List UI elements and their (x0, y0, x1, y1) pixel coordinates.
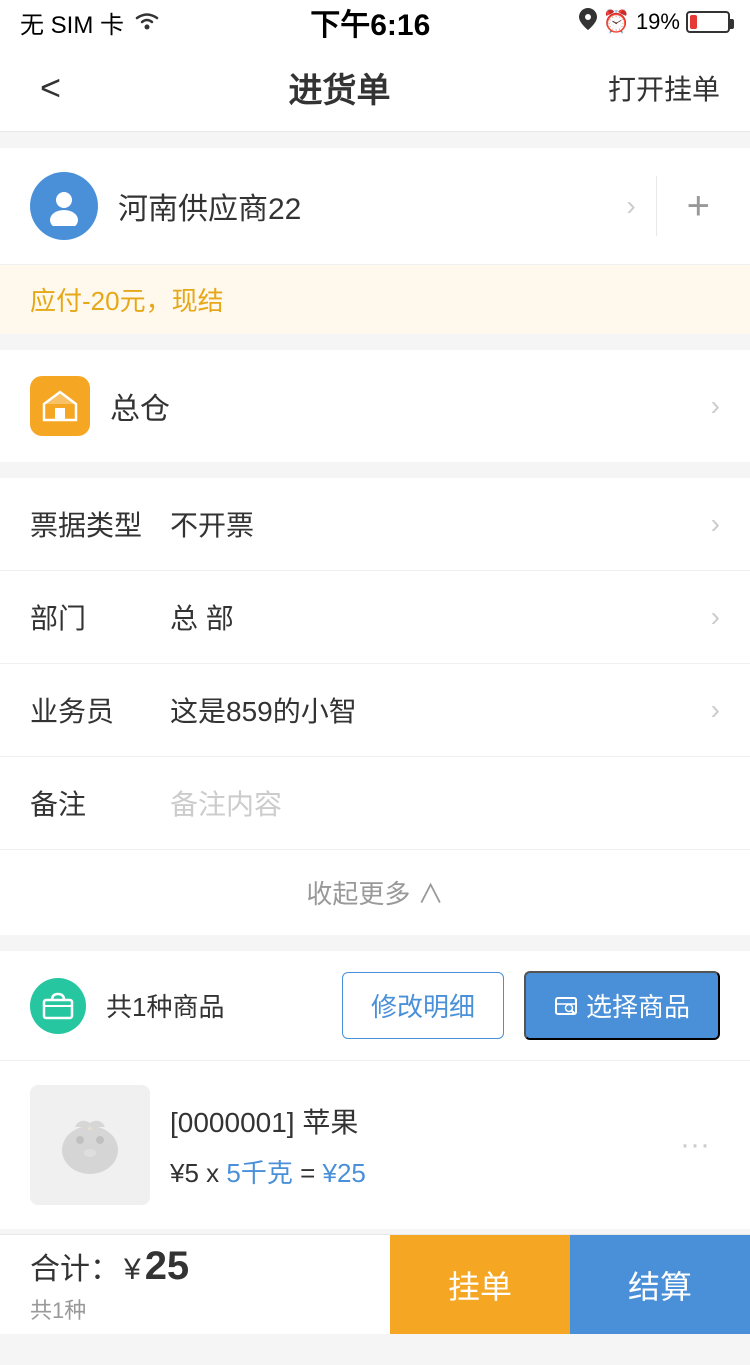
alarm-icon: ⏰ (603, 9, 630, 35)
salesperson-chevron-icon: › (711, 694, 720, 726)
equals: = (293, 1158, 323, 1188)
note-placeholder: 备注内容 (170, 783, 720, 823)
total-price: ¥25 (322, 1158, 365, 1188)
products-count: 共1种商品 (106, 987, 322, 1024)
back-button[interactable]: < (30, 57, 71, 119)
invoice-row[interactable]: 票据类型 不开票 › (0, 478, 750, 571)
warehouse-name: 总仓 (110, 384, 711, 428)
dept-label: 部门 (30, 597, 170, 637)
supplier-chevron-icon: › (626, 190, 635, 222)
supplier-row[interactable]: 河南供应商22 › + (0, 148, 750, 265)
note-label: 备注 (30, 783, 170, 823)
status-left: 无 SIM 卡 (20, 5, 162, 40)
status-right: ⏰ 19% (579, 8, 730, 36)
product-info: [0000001] 苹果 ¥5 x 5千克 = ¥25 (170, 1101, 650, 1190)
collapse-button[interactable]: 收起更多 ∧ (0, 849, 750, 935)
page-title: 进货单 (289, 63, 391, 112)
dept-value: 总 部 (170, 597, 711, 637)
supplier-name: 河南供应商22 (118, 184, 626, 228)
location-icon (579, 8, 597, 36)
product-title: 苹果 (302, 1107, 358, 1138)
product-price: ¥5 x 5千克 = ¥25 (170, 1153, 650, 1190)
dept-chevron-icon: › (711, 601, 720, 633)
hold-button[interactable]: 挂单 (390, 1235, 570, 1334)
note-row[interactable]: 备注 备注内容 (0, 757, 750, 849)
total-currency: ¥ (124, 1253, 141, 1287)
product-more-button[interactable]: ··· (670, 1118, 720, 1172)
quantity-value: 5千克 (226, 1158, 292, 1188)
product-thumbnail (30, 1085, 150, 1205)
products-section: 共1种商品 修改明细 选择商品 (0, 951, 750, 1229)
total-sub: 共1种 (30, 1293, 360, 1325)
footer: 合计： ¥ 25 共1种 挂单 结算 (0, 1234, 750, 1334)
alert-banner: 应付-20元，现结 (0, 265, 750, 334)
dept-row[interactable]: 部门 总 部 › (0, 571, 750, 664)
edit-detail-button[interactable]: 修改明细 (342, 972, 504, 1039)
warehouse-row[interactable]: 总仓 › (0, 350, 750, 462)
total-label: 合计： (30, 1244, 120, 1288)
supplier-avatar (30, 172, 98, 240)
collapse-label: 收起更多 ∧ (306, 879, 443, 909)
warehouse-chevron-icon: › (711, 390, 720, 422)
status-time: 下午6:16 (310, 0, 430, 44)
total-amount: 25 (145, 1244, 190, 1289)
select-product-label: 选择商品 (586, 987, 690, 1024)
select-product-button[interactable]: 选择商品 (524, 971, 720, 1040)
salesperson-label: 业务员 (30, 690, 170, 730)
battery-percent: 19% (636, 9, 680, 35)
products-icon (30, 978, 86, 1034)
product-item: [0000001] 苹果 ¥5 x 5千克 = ¥25 ··· (0, 1061, 750, 1229)
invoice-label: 票据类型 (30, 504, 170, 544)
salesperson-value: 这是859的小智 (170, 690, 711, 730)
invoice-value: 不开票 (170, 504, 711, 544)
product-name: [0000001] 苹果 (170, 1101, 650, 1141)
products-header: 共1种商品 修改明细 选择商品 (0, 951, 750, 1061)
carrier-label: 无 SIM 卡 (20, 5, 124, 40)
footer-total: 合计： ¥ 25 共1种 (0, 1244, 390, 1325)
supplier-section: 河南供应商22 › + 应付-20元，现结 (0, 148, 750, 334)
warehouse-section: 总仓 › (0, 350, 750, 462)
wifi-icon (132, 8, 162, 37)
open-hold-button[interactable]: 打开挂单 (608, 68, 720, 108)
unit-price: ¥5 x (170, 1158, 226, 1188)
battery-icon (686, 11, 730, 33)
nav-bar: < 进货单 打开挂单 (0, 44, 750, 132)
product-code: [0000001] (170, 1107, 302, 1138)
invoice-chevron-icon: › (711, 508, 720, 540)
warehouse-icon (30, 376, 90, 436)
add-supplier-button[interactable]: + (677, 174, 720, 239)
status-bar: 无 SIM 卡 下午6:16 ⏰ 19% (0, 0, 750, 44)
form-section: 票据类型 不开票 › 部门 总 部 › 业务员 这是859的小智 › 备注 备注… (0, 478, 750, 935)
salesperson-row[interactable]: 业务员 这是859的小智 › (0, 664, 750, 757)
alert-text: 应付-20元，现结 (30, 286, 224, 316)
checkout-button[interactable]: 结算 (570, 1235, 750, 1334)
divider (656, 176, 657, 236)
